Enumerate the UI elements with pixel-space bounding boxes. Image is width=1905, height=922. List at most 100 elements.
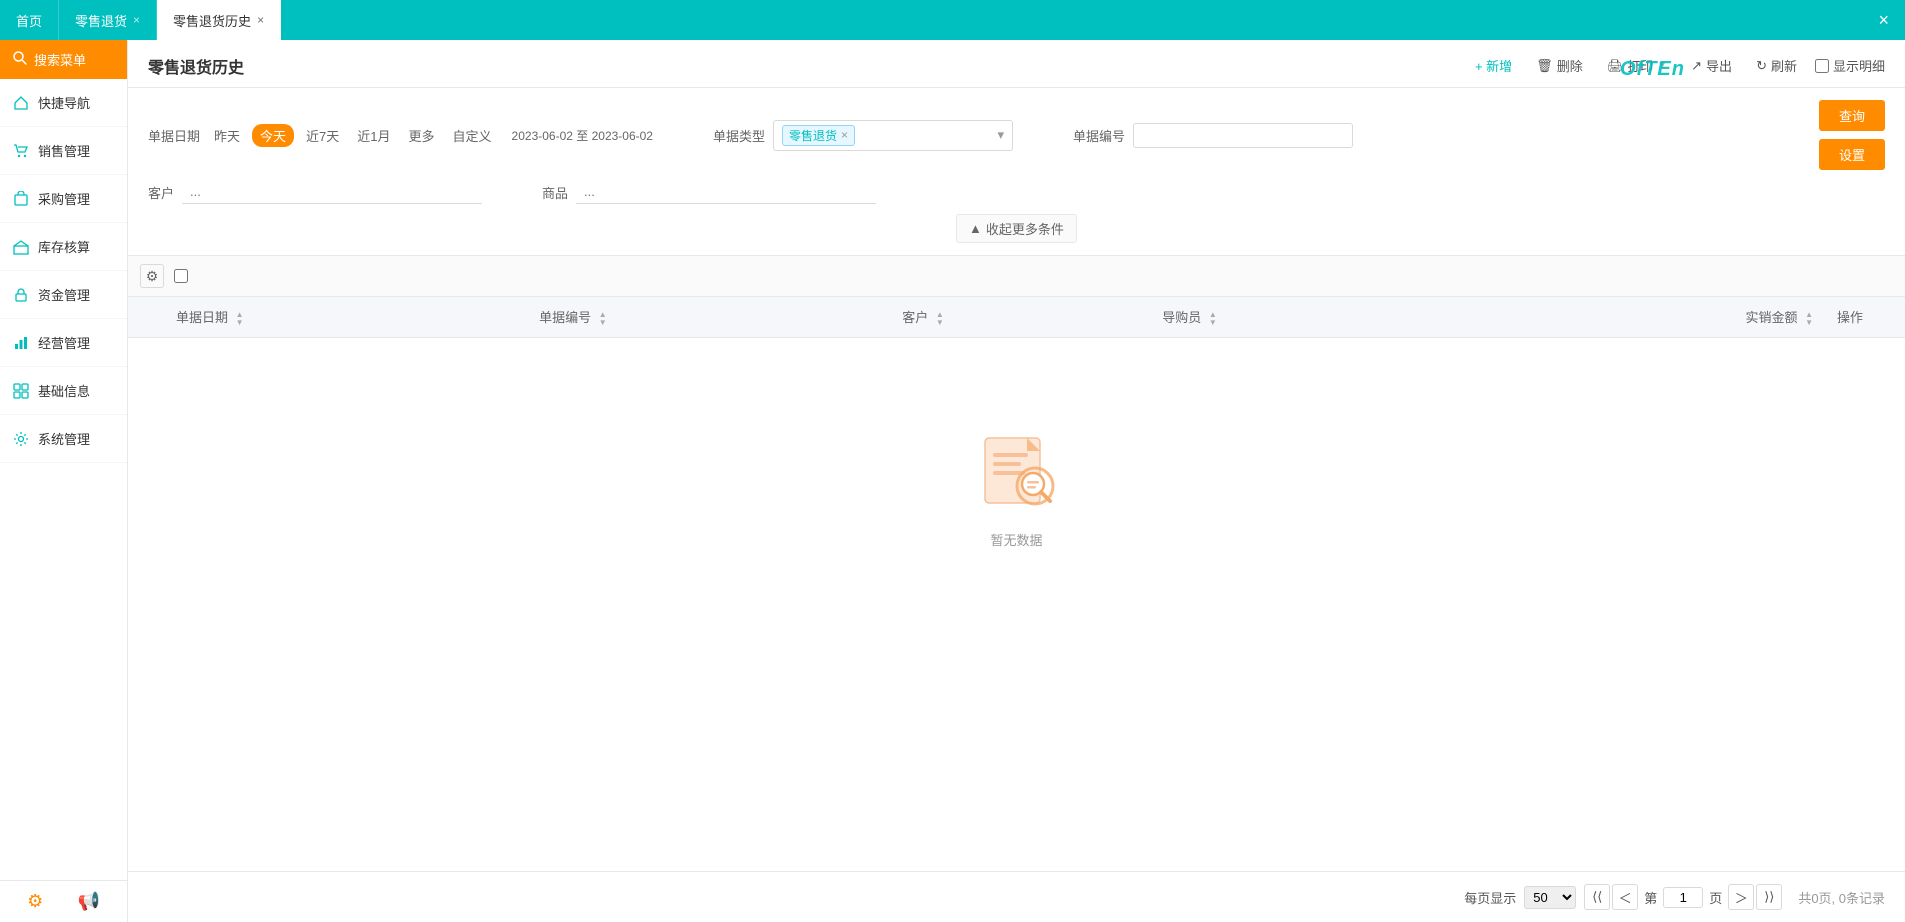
page-prefix: 第 — [1644, 888, 1657, 907]
export-button[interactable]: ↗ 导出 — [1685, 52, 1738, 79]
page-next-button[interactable]: ＞ — [1728, 884, 1754, 910]
bill-type-tag: 零售退货 × — [782, 125, 855, 146]
select-all-checkbox[interactable] — [174, 269, 188, 283]
grid-icon — [12, 382, 30, 400]
sidebar-item-purchase[interactable]: 采购管理 — [0, 175, 127, 223]
query-button[interactable]: 查询 — [1819, 100, 1885, 131]
bill-type-select[interactable]: 零售退货 × ▾ — [773, 120, 1013, 151]
date-custom[interactable]: 自定义 — [447, 124, 498, 147]
sidebar-nav: 快捷导航 销售管理 采购管理 库存核算 — [0, 79, 127, 880]
table-container: ⚙ 单据日期 ▲ ▼ 单据编号 — [128, 256, 1905, 871]
goods-input[interactable] — [576, 180, 876, 204]
sidebar-item-finance[interactable]: 资金管理 — [0, 271, 127, 319]
customer-label: 客户 — [148, 183, 174, 202]
print-button[interactable]: 🖨 打印 ▼ — [1601, 52, 1673, 79]
tab-retail-return-history[interactable]: 零售退货历史 × — [157, 0, 281, 40]
empty-cell: 暂无数据 — [128, 337, 1905, 629]
date-range-display: 2023-06-02 至 2023-06-02 — [512, 127, 653, 144]
delete-button[interactable]: 🗑 删除 — [1530, 52, 1589, 79]
search-menu-bar[interactable]: 搜索菜单 — [0, 40, 127, 79]
sidebar: 搜索菜单 快捷导航 销售管理 采购管理 — [0, 40, 128, 922]
box-icon — [12, 190, 30, 208]
cart-icon — [12, 142, 30, 160]
date-7days[interactable]: 近7天 — [300, 124, 345, 147]
date-shortcuts: 昨天 今天 近7天 近1月 更多 自定义 — [208, 124, 498, 147]
page-last-button[interactable]: ⟩⟩ — [1756, 884, 1782, 910]
tab-home[interactable]: 首页 — [0, 0, 59, 40]
bill-type-filter: 单据类型 零售退货 × ▾ — [713, 120, 1013, 151]
date-more[interactable]: 更多 — [403, 124, 441, 147]
th-customer[interactable]: 客户 ▲ ▼ — [890, 297, 1150, 337]
export-icon: ↗ — [1691, 58, 1702, 74]
page-input[interactable] — [1663, 887, 1703, 908]
sidebar-item-system[interactable]: 系统管理 — [0, 415, 127, 463]
th-guide[interactable]: 导购员 ▲ ▼ — [1150, 297, 1462, 337]
sidebar-item-sales[interactable]: 销售管理 — [0, 127, 127, 175]
bill-no-input[interactable] — [1133, 123, 1353, 148]
sort-guide-icon[interactable]: ▲ ▼ — [1209, 311, 1217, 327]
set-button[interactable]: 设置 — [1819, 139, 1885, 170]
sort-amount-icon[interactable]: ▲ ▼ — [1805, 311, 1813, 327]
empty-text: 暂无数据 — [990, 530, 1042, 549]
top-bar-right: OfTEn × — [1858, 10, 1905, 31]
customer-input[interactable] — [182, 180, 482, 204]
page-first-button[interactable]: ⟨⟨ — [1584, 884, 1610, 910]
settings-icon — [12, 430, 30, 448]
top-bar: 首页 零售退货 × 零售退货历史 × OfTEn × — [0, 0, 1905, 40]
th-date[interactable]: 单据日期 ▲ ▼ — [164, 297, 527, 337]
date-yesterday[interactable]: 昨天 — [208, 124, 246, 147]
sort-date-icon[interactable]: ▲ ▼ — [236, 311, 244, 327]
new-button[interactable]: + 新增 — [1469, 52, 1518, 79]
print-dropdown-icon[interactable]: ▼ — [1657, 60, 1667, 71]
per-page-select[interactable]: 50 100 200 — [1524, 886, 1576, 909]
gear-bottom-icon[interactable]: ⚙ — [27, 891, 43, 912]
th-no[interactable]: 单据编号 ▲ ▼ — [527, 297, 890, 337]
search-menu-label: 搜索菜单 — [34, 50, 86, 69]
data-table: 单据日期 ▲ ▼ 单据编号 ▲ ▼ — [128, 297, 1905, 629]
display-detail-input[interactable] — [1815, 59, 1829, 73]
page-unit: 页 — [1709, 888, 1722, 907]
empty-illustration — [967, 418, 1067, 518]
sort-customer-icon[interactable]: ▲ ▼ — [936, 311, 944, 327]
date-label: 单据日期 — [148, 126, 200, 145]
main-layout: 搜索菜单 快捷导航 销售管理 采购管理 — [0, 40, 1905, 922]
table-settings-icon[interactable]: ⚙ — [140, 264, 164, 288]
th-amount[interactable]: 实销金额 ▲ ▼ — [1462, 297, 1825, 337]
toolbar: + 新增 🗑 删除 🖨 打印 ▼ ↗ 导出 ↻ 刷新 — [1469, 52, 1885, 79]
volume-icon[interactable]: 📢 — [77, 891, 99, 912]
date-today[interactable]: 今天 — [252, 124, 294, 147]
collapse-button[interactable]: ▲ 收起更多条件 — [956, 214, 1077, 243]
refresh-icon: ↻ — [1756, 58, 1767, 74]
home-icon — [12, 94, 30, 112]
refresh-button[interactable]: ↻ 刷新 — [1750, 52, 1803, 79]
warehouse-icon — [12, 238, 30, 256]
tab-bar: 首页 零售退货 × 零售退货历史 × — [0, 0, 1858, 40]
page-title: 零售退货历史 — [148, 54, 244, 78]
sidebar-item-operations[interactable]: 经营管理 — [0, 319, 127, 367]
page-prev-button[interactable]: ＜ — [1612, 884, 1638, 910]
customer-filter: 客户 — [148, 180, 482, 204]
page-header: 零售退货历史 + 新增 🗑 删除 🖨 打印 ▼ ↗ 导出 ↻ — [128, 40, 1905, 88]
sidebar-bottom: ⚙ 📢 — [0, 880, 127, 922]
tag-close-icon[interactable]: × — [841, 128, 848, 142]
new-icon: + 新增 — [1475, 56, 1512, 75]
close-tab-retail-return[interactable]: × — [133, 13, 140, 27]
empty-state: 暂无数据 — [128, 338, 1905, 629]
delete-icon: 🗑 — [1536, 58, 1553, 74]
sidebar-item-quick-nav[interactable]: 快捷导航 — [0, 79, 127, 127]
pagination-nav: ⟨⟨ ＜ 第 页 ＞ ⟩⟩ — [1584, 884, 1782, 910]
collapse-icon: ▲ — [969, 221, 982, 236]
chart-icon — [12, 334, 30, 352]
sidebar-item-basic-info[interactable]: 基础信息 — [0, 367, 127, 415]
display-detail-checkbox[interactable]: 显示明细 — [1815, 56, 1885, 75]
bill-no-filter: 单据编号 — [1073, 123, 1353, 148]
sidebar-item-inventory[interactable]: 库存核算 — [0, 223, 127, 271]
th-ops: 操作 — [1825, 297, 1905, 337]
tab-retail-return[interactable]: 零售退货 × — [59, 0, 157, 40]
close-tab-retail-return-history[interactable]: × — [257, 13, 264, 27]
date-filter: 单据日期 昨天 今天 近7天 近1月 更多 自定义 2023-06-02 至 2… — [148, 124, 653, 147]
collapse-row: ▲ 收起更多条件 — [148, 214, 1885, 243]
date-1month[interactable]: 近1月 — [351, 124, 396, 147]
sort-no-icon[interactable]: ▲ ▼ — [599, 311, 607, 327]
window-close-button[interactable]: × — [1878, 10, 1889, 31]
